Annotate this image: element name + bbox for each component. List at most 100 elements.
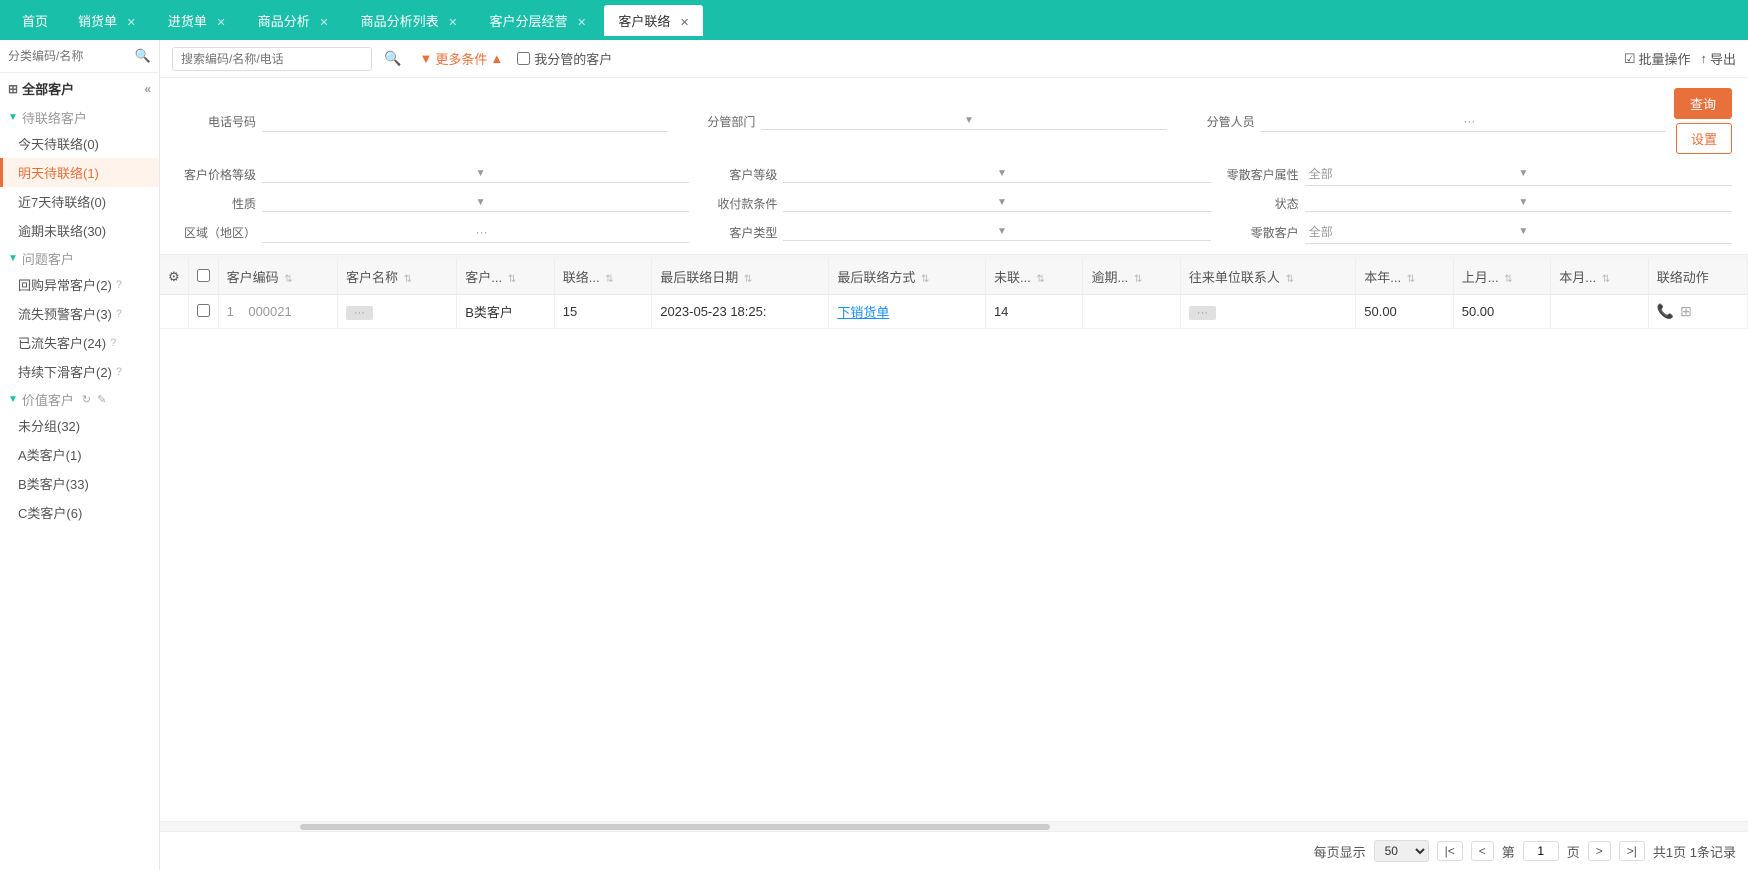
my-customers-checkbox[interactable] — [517, 52, 530, 65]
page-suffix: 页 — [1567, 842, 1580, 861]
sidebar-all-customers[interactable]: ⊞ 全部客户 « — [0, 73, 159, 104]
next-page-button[interactable]: > — [1588, 841, 1611, 861]
scrollbar-thumb[interactable] — [300, 824, 1050, 830]
sidebar-item-today[interactable]: 今天待联络(0) — [0, 129, 159, 158]
cell-contact-count: 15 — [554, 295, 651, 329]
nav-tab-customer-contact[interactable]: 客户联络 ✕ — [604, 5, 703, 36]
horizontal-scrollbar[interactable] — [160, 821, 1748, 831]
refresh-icon[interactable]: ↻ — [82, 393, 91, 406]
cell-num: 1 000021 — [218, 295, 337, 329]
close-icon[interactable]: ✕ — [577, 17, 586, 29]
sidebar-item-b-class[interactable]: B类客户(33) — [0, 469, 159, 498]
query-button[interactable]: 查询 — [1674, 88, 1732, 119]
more-conditions-button[interactable]: ▼ 更多条件 ▲ — [413, 46, 509, 71]
gear-icon[interactable]: ⚙ — [168, 269, 180, 284]
collapse-icon[interactable]: « — [144, 82, 151, 96]
nav-tab-purchase[interactable]: 进货单 ✕ — [154, 5, 240, 36]
col-customer-level: 客户... ⇅ — [457, 259, 554, 295]
sort-icon[interactable]: ⇅ — [404, 274, 412, 285]
sort-icon[interactable]: ⇅ — [1036, 274, 1044, 285]
dept-select[interactable]: ▼ — [761, 112, 1166, 130]
person-select[interactable]: ··· — [1261, 111, 1666, 132]
sidebar-item-lost[interactable]: 已流失客户(24) ? — [0, 328, 159, 357]
nature-select[interactable]: ▼ — [262, 194, 689, 212]
sidebar-item-a-class[interactable]: A类客户(1) — [0, 440, 159, 469]
prev-page-button[interactable]: < — [1471, 841, 1494, 861]
sort-icon[interactable]: ⇅ — [1407, 274, 1415, 285]
close-icon[interactable]: ✕ — [680, 17, 689, 29]
col-unlinked: 未联... ⇅ — [985, 259, 1082, 295]
search-input[interactable] — [172, 47, 372, 71]
sidebar-search-input[interactable] — [8, 49, 131, 63]
customer-level-select[interactable]: ▼ — [783, 165, 1210, 183]
cell-gear — [160, 295, 188, 329]
sidebar-item-7days[interactable]: 近7天待联络(0) — [0, 187, 159, 216]
export-button[interactable]: ↑ 导出 — [1700, 49, 1736, 68]
sidebar-item-lost-warning[interactable]: 流失预警客户(3) ? — [0, 299, 159, 328]
nav-tab-customer-segment[interactable]: 客户分层经营 ✕ — [475, 5, 600, 36]
help-icon[interactable]: ? — [116, 366, 122, 378]
filter-row-4: 区域（地区） ··· 客户类型 ▼ 零散客户 全部 — [176, 220, 1732, 244]
row-checkbox[interactable] — [197, 304, 210, 317]
retail-attr-label: 零散客户属性 — [1219, 166, 1299, 183]
sidebar-item-c-class[interactable]: C类客户(6) — [0, 498, 159, 527]
col-customer-name: 客户名称 ⇅ — [337, 259, 456, 295]
phone-input[interactable] — [262, 111, 667, 132]
status-select[interactable]: ▼ — [1305, 194, 1732, 212]
sidebar-item-ungrouped[interactable]: 未分组(32) — [0, 411, 159, 440]
sidebar-item-tomorrow[interactable]: 明天待联络(1) — [0, 158, 159, 187]
my-customers-checkbox-label[interactable]: 我分管的客户 — [517, 49, 612, 68]
per-page-select[interactable]: 50 100 — [1374, 840, 1429, 862]
sort-icon[interactable]: ⇅ — [1134, 274, 1142, 285]
close-icon[interactable]: ✕ — [319, 17, 328, 29]
close-icon[interactable]: ✕ — [127, 17, 136, 29]
cell-this-year: 50.00 — [1356, 295, 1453, 329]
sort-icon[interactable]: ⇅ — [744, 274, 752, 285]
nav-home[interactable]: 首页 — [10, 5, 60, 36]
table-header-row: ⚙ 客户编码 ⇅ 客户名称 ⇅ — [160, 259, 1748, 295]
sidebar-item-declining[interactable]: 持续下滑客户(2) ? — [0, 357, 159, 386]
nav-tab-product-analysis[interactable]: 商品分析 ✕ — [244, 5, 343, 36]
sidebar-item-abnormal[interactable]: 回购异常客户(2) ? — [0, 270, 159, 299]
grid-action-icon[interactable]: ⊞ — [1680, 303, 1692, 320]
sort-icon[interactable]: ⇅ — [921, 274, 929, 285]
payment-select[interactable]: ▼ — [783, 194, 1210, 212]
retail-customer-select[interactable]: 全部 ▼ — [1305, 220, 1732, 244]
first-page-button[interactable]: |< — [1437, 841, 1463, 861]
phone-action-icon[interactable]: 📞 — [1657, 303, 1674, 320]
advanced-filter-panel: 电话号码 分管部门 ▼ 分管人员 ··· — [160, 78, 1748, 255]
nav-tab-sales[interactable]: 销货单 ✕ — [64, 5, 150, 36]
batch-operation-button[interactable]: ☑ 批量操作 — [1624, 49, 1691, 68]
page-number-input[interactable] — [1523, 841, 1559, 861]
status-label: 状态 — [1219, 195, 1299, 212]
edit-icon[interactable]: ✎ — [97, 393, 106, 406]
region-select[interactable]: ··· — [262, 222, 689, 243]
sort-icon[interactable]: ⇅ — [605, 274, 613, 285]
search-button[interactable]: 🔍 — [380, 48, 405, 69]
region-label: 区域（地区） — [176, 224, 256, 241]
sort-icon[interactable]: ⇅ — [284, 274, 292, 285]
last-page-button[interactable]: >| — [1619, 841, 1645, 861]
price-level-select[interactable]: ▼ — [262, 165, 689, 183]
retail-attr-select[interactable]: 全部 ▼ — [1305, 162, 1732, 186]
help-icon[interactable]: ? — [116, 279, 122, 291]
sort-icon[interactable]: ⇅ — [1504, 274, 1512, 285]
sort-icon[interactable]: ⇅ — [1602, 274, 1610, 285]
select-all-checkbox[interactable] — [197, 269, 210, 282]
chevron-down-icon: ▼ — [997, 226, 1207, 237]
close-icon[interactable]: ✕ — [217, 17, 226, 29]
close-icon[interactable]: ✕ — [448, 17, 457, 29]
nav-tab-product-list[interactable]: 商品分析列表 ✕ — [347, 5, 472, 36]
last-method-link[interactable]: 下销货单 — [837, 305, 889, 320]
sort-icon[interactable]: ⇅ — [508, 274, 516, 285]
cell-last-method: 下销货单 — [829, 295, 986, 329]
help-icon[interactable]: ? — [116, 308, 122, 320]
sidebar-item-overdue[interactable]: 逾期未联络(30) — [0, 216, 159, 245]
chevron-down-icon: ▼ — [1518, 197, 1728, 208]
sidebar-search-icon[interactable]: 🔍 — [135, 48, 151, 64]
help-icon[interactable]: ? — [110, 337, 116, 349]
settings-button[interactable]: 设置 — [1676, 123, 1732, 154]
customer-type-select[interactable]: ▼ — [783, 223, 1210, 241]
sort-icon[interactable]: ⇅ — [1286, 274, 1294, 285]
sidebar-group-value: ▼ 价值客户 ↻ ✎ — [0, 386, 159, 411]
